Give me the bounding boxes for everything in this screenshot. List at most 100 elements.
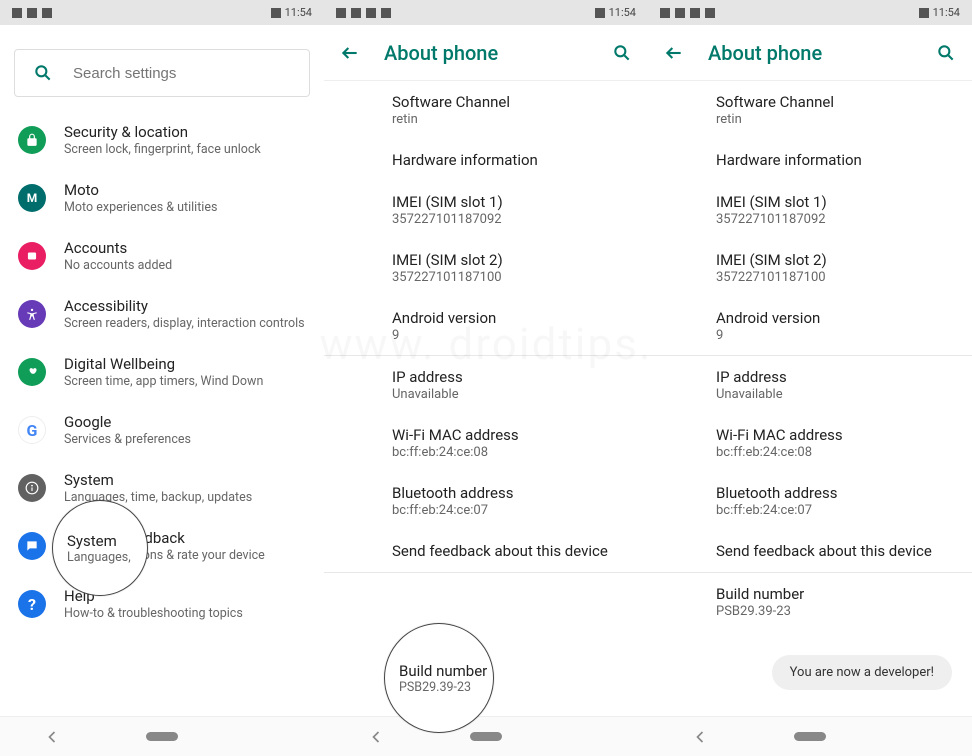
status-icon	[336, 8, 346, 18]
item-title: System	[64, 471, 306, 489]
status-icon	[42, 8, 52, 18]
item-sub: Screen readers, display, interaction con…	[64, 316, 306, 331]
status-bar: 11:54	[648, 0, 972, 25]
about-title: Android version	[392, 309, 636, 327]
status-icon	[675, 8, 685, 18]
about-sub: 357227101187092	[716, 212, 960, 227]
search-input[interactable]	[73, 65, 291, 82]
about-item[interactable]: IMEI (SIM slot 2)357227101187100	[716, 239, 960, 297]
about-sub: bc:ff:eb:24:ce:07	[716, 503, 960, 518]
developer-toast: You are now a developer!	[772, 655, 952, 690]
search-box[interactable]	[14, 49, 310, 97]
about-phone-screen-1: 11:54 About phone Software ChannelretinH…	[324, 0, 648, 756]
about-item[interactable]: Wi-Fi MAC addressbc:ff:eb:24:ce:08	[716, 414, 960, 472]
status-icon	[705, 8, 715, 18]
about-title: Bluetooth address	[716, 484, 960, 502]
circle-sub: PSB29.39-23	[399, 680, 493, 695]
item-sub: Screen lock, fingerprint, face unlock	[64, 142, 306, 157]
about-item[interactable]: Android version9	[392, 297, 636, 355]
nav-home-pill[interactable]	[794, 732, 826, 741]
back-icon[interactable]	[340, 43, 360, 63]
settings-item-wellbeing[interactable]: Digital WellbeingScreen time, app timers…	[0, 343, 324, 401]
nav-home-pill[interactable]	[146, 732, 178, 741]
highlight-circle-system: System Languages,	[52, 500, 148, 596]
back-icon[interactable]	[664, 43, 684, 63]
about-sub: Unavailable	[392, 387, 636, 402]
status-time: 11:54	[933, 6, 960, 19]
about-sub: bc:ff:eb:24:ce:07	[392, 503, 636, 518]
about-sub: 357227101187100	[716, 270, 960, 285]
about-title: Wi-Fi MAC address	[392, 426, 636, 444]
nav-back-icon[interactable]	[42, 727, 62, 747]
about-item[interactable]: Wi-Fi MAC addressbc:ff:eb:24:ce:08	[392, 414, 636, 472]
nav-back-icon[interactable]	[690, 727, 710, 747]
status-icon	[12, 8, 22, 18]
settings-item-system[interactable]: SystemLanguages, time, backup, updates	[0, 459, 324, 517]
about-item[interactable]: IP addressUnavailable	[392, 356, 636, 414]
item-title: Moto	[64, 181, 306, 199]
about-phone-screen-2: 11:54 About phone Software Channelretin H…	[648, 0, 972, 756]
settings-screen: 11:54 Security & locationScreen lock, fi…	[0, 0, 324, 756]
about-item[interactable]: Send feedback about this device	[716, 530, 960, 572]
toolbar-title: About phone	[384, 41, 588, 65]
search-icon[interactable]	[612, 43, 632, 63]
about-item[interactable]: IMEI (SIM slot 1)357227101187092	[716, 181, 960, 239]
status-bar: 11:54	[324, 0, 648, 25]
accessibility-icon	[18, 300, 46, 328]
about-item[interactable]: Bluetooth addressbc:ff:eb:24:ce:07	[392, 472, 636, 530]
settings-item-security[interactable]: Security & locationScreen lock, fingerpr…	[0, 111, 324, 169]
about-title: Send feedback about this device	[716, 542, 960, 560]
about-sub: Unavailable	[716, 387, 960, 402]
nav-bar	[0, 716, 324, 756]
about-title: Build number	[716, 585, 960, 603]
highlight-circle-build: Build number PSB29.39-23	[384, 623, 494, 733]
about-item[interactable]: Send feedback about this device	[392, 530, 636, 572]
circle-sub: Languages,	[67, 550, 147, 565]
nav-bar	[324, 716, 648, 756]
google-icon: G	[18, 416, 46, 444]
about-title: Android version	[716, 309, 960, 327]
about-title: Hardware information	[716, 151, 960, 169]
settings-item-google[interactable]: G GoogleServices & preferences	[0, 401, 324, 459]
battery-icon	[595, 8, 605, 18]
about-title: Bluetooth address	[392, 484, 636, 502]
about-item[interactable]: Build numberPSB29.39-23	[716, 573, 960, 631]
circle-title: System	[67, 532, 147, 550]
status-icon	[366, 8, 376, 18]
about-sub: retin	[716, 112, 960, 127]
status-icon	[690, 8, 700, 18]
settings-item-feedback[interactable]: Rating & feedbackSend suggestions & rate…	[0, 517, 324, 575]
about-item[interactable]: Android version9	[716, 297, 960, 355]
settings-item-help[interactable]: ? HelpHow-to & troubleshooting topics	[0, 575, 324, 633]
about-sub: 357227101187100	[392, 270, 636, 285]
settings-item-moto[interactable]: M MotoMoto experiences & utilities	[0, 169, 324, 227]
about-item[interactable]: Bluetooth addressbc:ff:eb:24:ce:07	[716, 472, 960, 530]
about-item[interactable]: Hardware information	[392, 139, 636, 181]
item-title: Google	[64, 413, 306, 431]
about-list: Software ChannelretinHardware informatio…	[324, 81, 648, 716]
settings-item-accounts[interactable]: AccountsNo accounts added	[0, 227, 324, 285]
about-item[interactable]: IMEI (SIM slot 2)357227101187100	[392, 239, 636, 297]
circle-title: Build number	[399, 662, 493, 680]
item-sub: Moto experiences & utilities	[64, 200, 306, 215]
about-sub: bc:ff:eb:24:ce:08	[716, 445, 960, 460]
toolbar: About phone	[324, 25, 648, 81]
about-title: IMEI (SIM slot 2)	[716, 251, 960, 269]
item-sub: Services & preferences	[64, 432, 306, 447]
search-icon[interactable]	[936, 43, 956, 63]
about-item[interactable]: Hardware information	[716, 139, 960, 181]
nav-bar	[648, 716, 972, 756]
about-item[interactable]: Software Channelretin	[716, 81, 960, 139]
about-item[interactable]: Software Channelretin	[392, 81, 636, 139]
lock-icon	[18, 126, 46, 154]
about-item[interactable]: IP addressUnavailable	[716, 356, 960, 414]
nav-back-icon[interactable]	[366, 727, 386, 747]
about-title: Software Channel	[392, 93, 636, 111]
toolbar-title: About phone	[708, 41, 912, 65]
about-item[interactable]: IMEI (SIM slot 1)357227101187092	[392, 181, 636, 239]
settings-item-accessibility[interactable]: AccessibilityScreen readers, display, in…	[0, 285, 324, 343]
item-title: Digital Wellbeing	[64, 355, 306, 373]
account-icon	[18, 242, 46, 270]
nav-home-pill[interactable]	[470, 732, 502, 741]
item-sub: How-to & troubleshooting topics	[64, 606, 306, 621]
